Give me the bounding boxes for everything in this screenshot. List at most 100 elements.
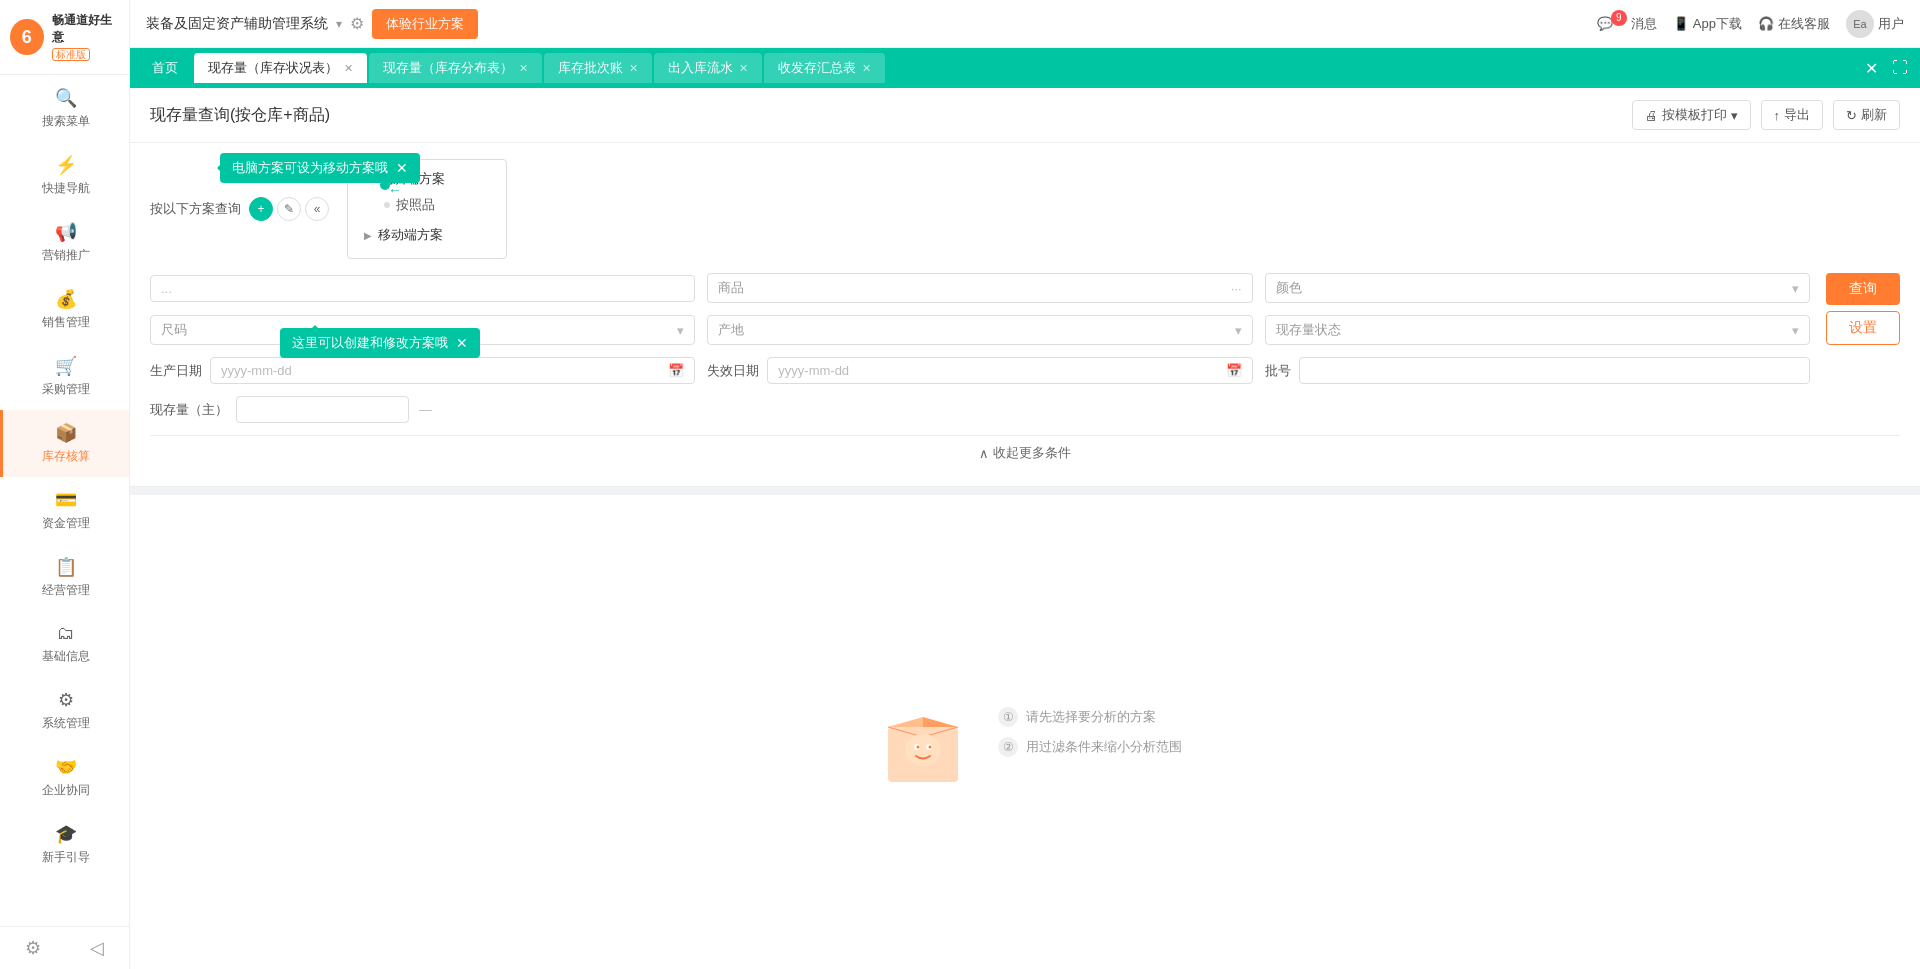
tab-close-batch[interactable]: ✕ [629,62,638,75]
sidebar-item-marketing[interactable]: 📢 营销推广 [0,209,129,276]
settings-bottom-icon[interactable]: ⚙ [25,937,41,959]
sales-icon: 💰 [55,288,77,310]
topbar-settings-icon[interactable]: ⚙ [350,14,364,33]
tooltip-scheme-close-btn[interactable]: ✕ [396,160,408,176]
tabs-bar: 首页 现存量（库存状况表） ✕ 现存量（库存分布表） ✕ 库存批次账 ✕ 出入库… [130,48,1920,88]
expire-date-group: 失效日期 yyyy-mm-dd 📅 [707,357,1252,384]
filter-label: 按以下方案查询 [150,200,241,218]
query-btn[interactable]: 查询 [1826,273,1900,305]
color-select[interactable]: 颜色 ▾ [1265,273,1810,303]
size-arrow-icon: ▾ [677,323,684,338]
sidebar-item-guide[interactable]: 🎓 新手引导 [0,811,129,878]
tooltip-edit-close-btn[interactable]: ✕ [456,335,468,351]
sidebar-label-search: 搜索菜单 [42,113,90,130]
stock-main-min-input[interactable] [236,396,409,423]
scheme-item-product[interactable]: 按照品 [356,192,498,218]
empty-hints: ① 请先选择要分析的方案 ② 用过滤条件来缩小分析范围 [998,707,1182,757]
basic-icon: 🗂 [57,623,75,644]
stock-status-select[interactable]: 现存量状态 ▾ [1265,315,1810,345]
sidebar-item-search[interactable]: 🔍 搜索菜单 [0,75,129,142]
empty-hint-1: ① 请先选择要分析的方案 [998,707,1182,727]
topbar-user[interactable]: Ea 用户 [1846,10,1904,38]
phone-icon: 📱 [1673,16,1689,31]
expire-date-placeholder: yyyy-mm-dd [778,363,849,378]
content-area: 现存量查询(按仓库+商品) 🖨 按模板打印 ▾ ↑ 导出 ↻ 刷新 [130,88,1920,969]
sidebar-item-system[interactable]: ⚙ 系统管理 [0,677,129,744]
batch-input[interactable] [1299,357,1810,384]
tab-close-all-icon[interactable]: ✕ [1861,59,1882,78]
sidebar-item-sales[interactable]: 💰 销售管理 [0,276,129,343]
page-title: 现存量查询(按仓库+商品) [150,105,330,126]
print-icon: 🖨 [1645,108,1658,123]
sidebar-item-ops[interactable]: 📋 经营管理 [0,544,129,611]
tab-close-inventory-dist[interactable]: ✕ [519,62,528,75]
warehouse-field[interactable]: ... [150,275,695,302]
stock-main-group: 现存量（主） — [150,396,436,423]
sidebar-item-quick[interactable]: ⚡ 快捷导航 [0,142,129,209]
system-dropdown-icon[interactable]: ▾ [336,17,342,31]
sidebar-item-finance[interactable]: 💳 资金管理 [0,477,129,544]
tab-inventory-status[interactable]: 现存量（库存状况表） ✕ [194,53,367,83]
experience-btn[interactable]: 体验行业方案 [372,9,478,39]
tab-home[interactable]: 首页 [138,53,192,83]
avatar-text: Ea [1853,18,1866,30]
sidebar-label-marketing: 营销推广 [42,247,90,264]
collapse-bar[interactable]: ∧ 收起更多条件 [150,435,1900,470]
print-label: 按模板打印 [1662,106,1727,124]
prod-date-input[interactable]: yyyy-mm-dd 📅 [210,357,695,384]
topbar-left: 装备及固定资产辅助管理系统 ▾ ⚙ 体验行业方案 [146,9,1585,39]
empty-state: ① 请先选择要分析的方案 ② 用过滤条件来缩小分析范围 [130,495,1920,969]
tab-recv-sum[interactable]: 收发存汇总表 ✕ [764,53,885,83]
expire-date-calendar-icon[interactable]: 📅 [1226,363,1242,378]
scheme-group-mobile-header[interactable]: ▶ 移动端方案 [356,222,498,248]
sidebar-item-inventory[interactable]: 📦 库存核算 [0,410,129,477]
print-template-btn[interactable]: 🖨 按模板打印 ▾ [1632,100,1751,130]
logo-badge: 标准版 [52,48,90,61]
filter-edit-btn[interactable]: ✎ [277,197,301,221]
tab-close-inout[interactable]: ✕ [739,62,748,75]
logo-text: 畅通道好生意 标准版 [52,12,119,62]
sidebar-item-collab[interactable]: 🤝 企业协同 [0,744,129,811]
tab-inout[interactable]: 出入库流水 ✕ [654,53,762,83]
sidebar-label-ops: 经营管理 [42,582,90,599]
system-icon: ⚙ [58,689,74,711]
stock-status-label: 现存量状态 [1276,321,1341,339]
marketing-icon: 📢 [55,221,77,243]
msg-count-badge: 9 [1611,10,1627,26]
tab-close-inventory-status[interactable]: ✕ [344,62,353,75]
topbar-msg[interactable]: 💬 9 消息 [1597,15,1657,33]
sidebar-item-basic[interactable]: 🗂 基础信息 [0,611,129,677]
sidebar-item-purchase[interactable]: 🛒 采购管理 [0,343,129,410]
topbar-app[interactable]: 📱 App下载 [1673,15,1742,33]
tab-fullscreen-icon[interactable]: ⛶ [1888,59,1912,78]
collapse-icon[interactable]: ◁ [90,937,104,959]
sidebar-label-system: 系统管理 [42,715,90,732]
tooltip-edit: 这里可以创建和修改方案哦 ✕ [280,328,480,358]
sidebar-label-basic: 基础信息 [42,648,90,665]
tab-close-recv-sum[interactable]: ✕ [862,62,871,75]
sidebar-logo: 6 畅通道好生意 标准版 [0,0,129,75]
batch-group: 批号 [1265,357,1810,384]
topbar-service[interactable]: 🎧 在线客服 [1758,15,1830,33]
goods-label: 商品 [718,279,744,297]
origin-arrow-icon: ▾ [1235,323,1242,338]
prod-date-calendar-icon[interactable]: 📅 [668,363,684,378]
tab-inventory-dist[interactable]: 现存量（库存分布表） ✕ [369,53,542,83]
refresh-btn[interactable]: ↻ 刷新 [1833,100,1900,130]
tab-batch[interactable]: 库存批次账 ✕ [544,53,652,83]
set-btn[interactable]: 设置 [1826,311,1900,345]
prod-date-group: 生产日期 yyyy-mm-dd 📅 [150,357,695,384]
avatar: Ea [1846,10,1874,38]
system-name: 装备及固定资产辅助管理系统 [146,15,328,33]
origin-select[interactable]: 产地 ▾ [707,315,1252,345]
filter-back-btn[interactable]: « [305,197,329,221]
origin-label: 产地 [718,321,744,339]
sidebar-label-guide: 新手引导 [42,849,90,866]
goods-field[interactable]: 商品 ··· [707,273,1252,303]
filter-add-btn[interactable]: + [249,197,273,221]
export-btn[interactable]: ↑ 导出 [1761,100,1824,130]
refresh-icon: ↻ [1846,108,1857,123]
filter-icon-group: + ✎ « [249,197,329,221]
sidebar-label-quick: 快捷导航 [42,180,90,197]
expire-date-input[interactable]: yyyy-mm-dd 📅 [767,357,1252,384]
